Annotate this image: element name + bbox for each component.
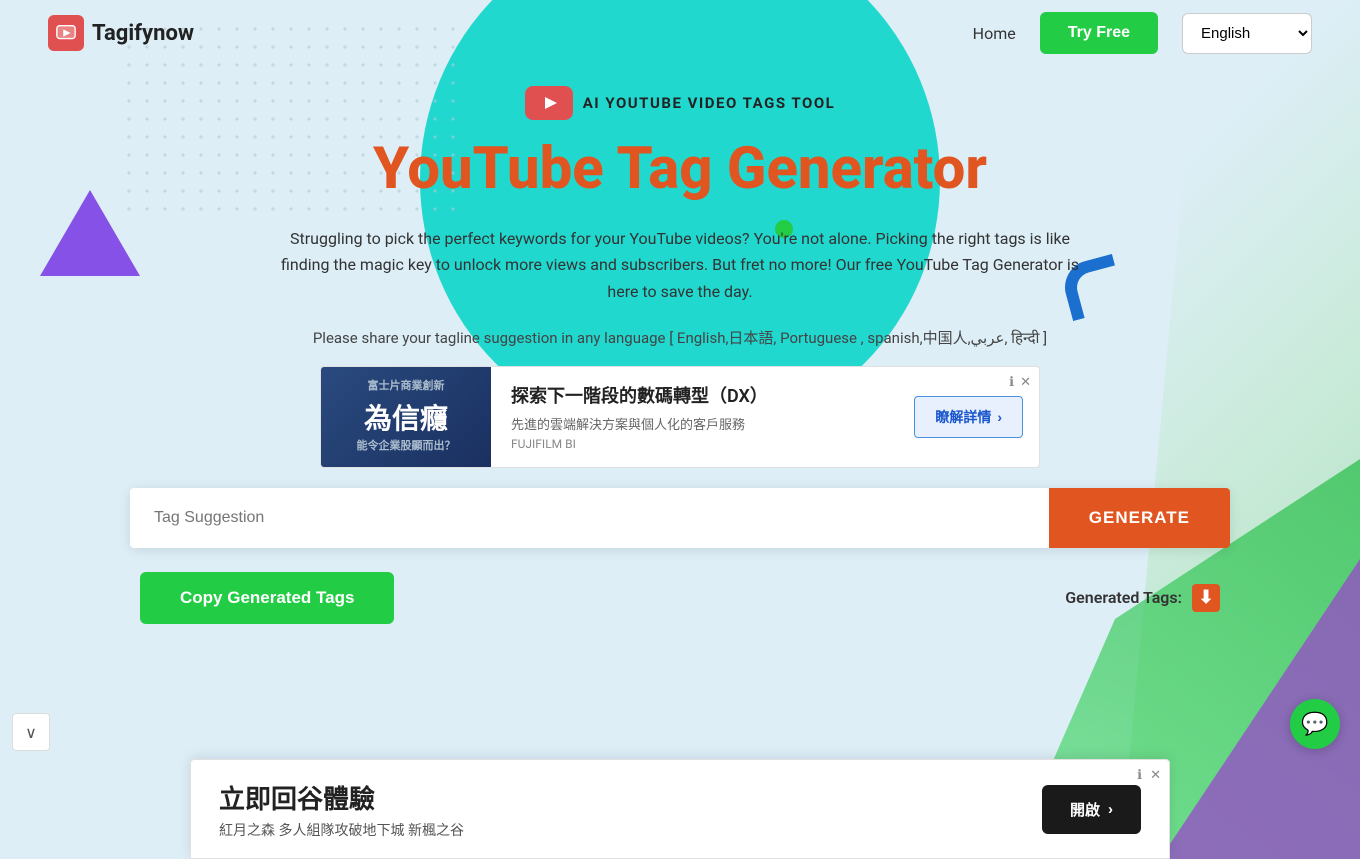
ad-top-cta-label: 瞭解詳情 [935,407,991,427]
brand-logo[interactable]: Tagifynow [48,15,194,51]
ad-top-desc: 先進的雲端解決方案與個人化的客戶服務 [511,414,894,433]
try-free-button[interactable]: Try Free [1040,12,1158,54]
scroll-down-button[interactable]: ∨ [12,713,50,751]
tag-suggestion-input[interactable] [130,488,1049,548]
chat-icon: 💬 [1301,712,1328,737]
ad-bottom-cta-arrow: › [1108,801,1113,818]
download-tags-button[interactable]: ⬇ [1192,584,1220,612]
ad-banner-top: 富士片商業創新 為信癮 能令企業股顯而出？ 探索下一階段的數碼轉型（DX） 先進… [320,366,1040,468]
ad-top-image: 富士片商業創新 為信癮 能令企業股顯而出？ [321,367,491,467]
copy-tags-button[interactable]: Copy Generated Tags [140,572,394,624]
language-select[interactable]: English Spanish Portuguese Chinese Arabi… [1182,13,1312,54]
ad-bottom-cta-button[interactable]: 開啟 › [1042,785,1141,834]
generated-tags-section: Generated Tags: ⬇ [1065,584,1220,612]
ad-top-brand-sub2: 能令企業股顯而出？ [357,437,456,453]
ad-top-brand-sub: 富士片商業創新 [368,377,445,393]
ad-top-brand: FUJIFILM BI [511,437,894,451]
ad-top-close-button[interactable]: ✕ [1020,375,1031,390]
ad-bottom-info-button[interactable]: ℹ [1137,768,1142,783]
generate-button[interactable]: GENERATE [1049,488,1230,548]
generated-tags-label: Generated Tags: [1065,588,1182,607]
ad-bottom-controls: ℹ ✕ [1137,768,1161,783]
youtube-icon [525,86,573,120]
input-row: GENERATE [130,488,1230,548]
hero-subtitle: Struggling to pick the perfect keywords … [270,226,1090,305]
navbar: Tagifynow Home Try Free English Spanish … [0,0,1360,66]
ad-top-controls: ℹ ✕ [1009,375,1031,390]
ad-top-cta-button[interactable]: 瞭解詳情 › [914,396,1023,438]
ad-bottom-desc: 紅月之森 多人組隊攻破地下城 新楓之谷 [219,820,1042,840]
logo-icon [48,15,84,51]
chat-button[interactable]: 💬 [1290,699,1340,749]
nav-home-link[interactable]: Home [973,24,1016,43]
ad-bottom-cta-label: 開啟 [1070,799,1100,820]
ad-bottom-title: 立即回谷體驗 [219,779,1042,816]
main-content: AI YOUTUBE VIDEO TAGS TOOL YouTube Tag G… [0,66,1360,624]
ad-bottom-close-button[interactable]: ✕ [1150,768,1161,783]
ad-banner-bottom: 立即回谷體驗 紅月之森 多人組隊攻破地下城 新楓之谷 開啟 › ℹ ✕ [190,759,1170,859]
ad-top-info-button[interactable]: ℹ [1009,375,1014,390]
ad-top-big-text: 為信癮 [364,397,448,437]
ad-top-content: 探索下一階段的數碼轉型（DX） 先進的雲端解決方案與個人化的客戶服務 FUJIF… [491,368,914,465]
tool-badge-label: AI YOUTUBE VIDEO TAGS TOOL [583,94,836,112]
tool-badge: AI YOUTUBE VIDEO TAGS TOOL [525,86,836,120]
page-title: YouTube Tag Generator [20,138,1340,202]
actions-row: Copy Generated Tags Generated Tags: ⬇ [130,572,1230,624]
ad-top-title: 探索下一階段的數碼轉型（DX） [511,382,894,408]
nav-right: Home Try Free English Spanish Portuguese… [973,12,1312,54]
brand-name: Tagifynow [92,21,194,46]
ad-bottom-content: 立即回谷體驗 紅月之森 多人組隊攻破地下城 新楓之谷 [219,779,1042,840]
ad-top-cta-arrow: › [997,409,1002,425]
language-hint: Please share your tagline suggestion in … [20,327,1340,348]
